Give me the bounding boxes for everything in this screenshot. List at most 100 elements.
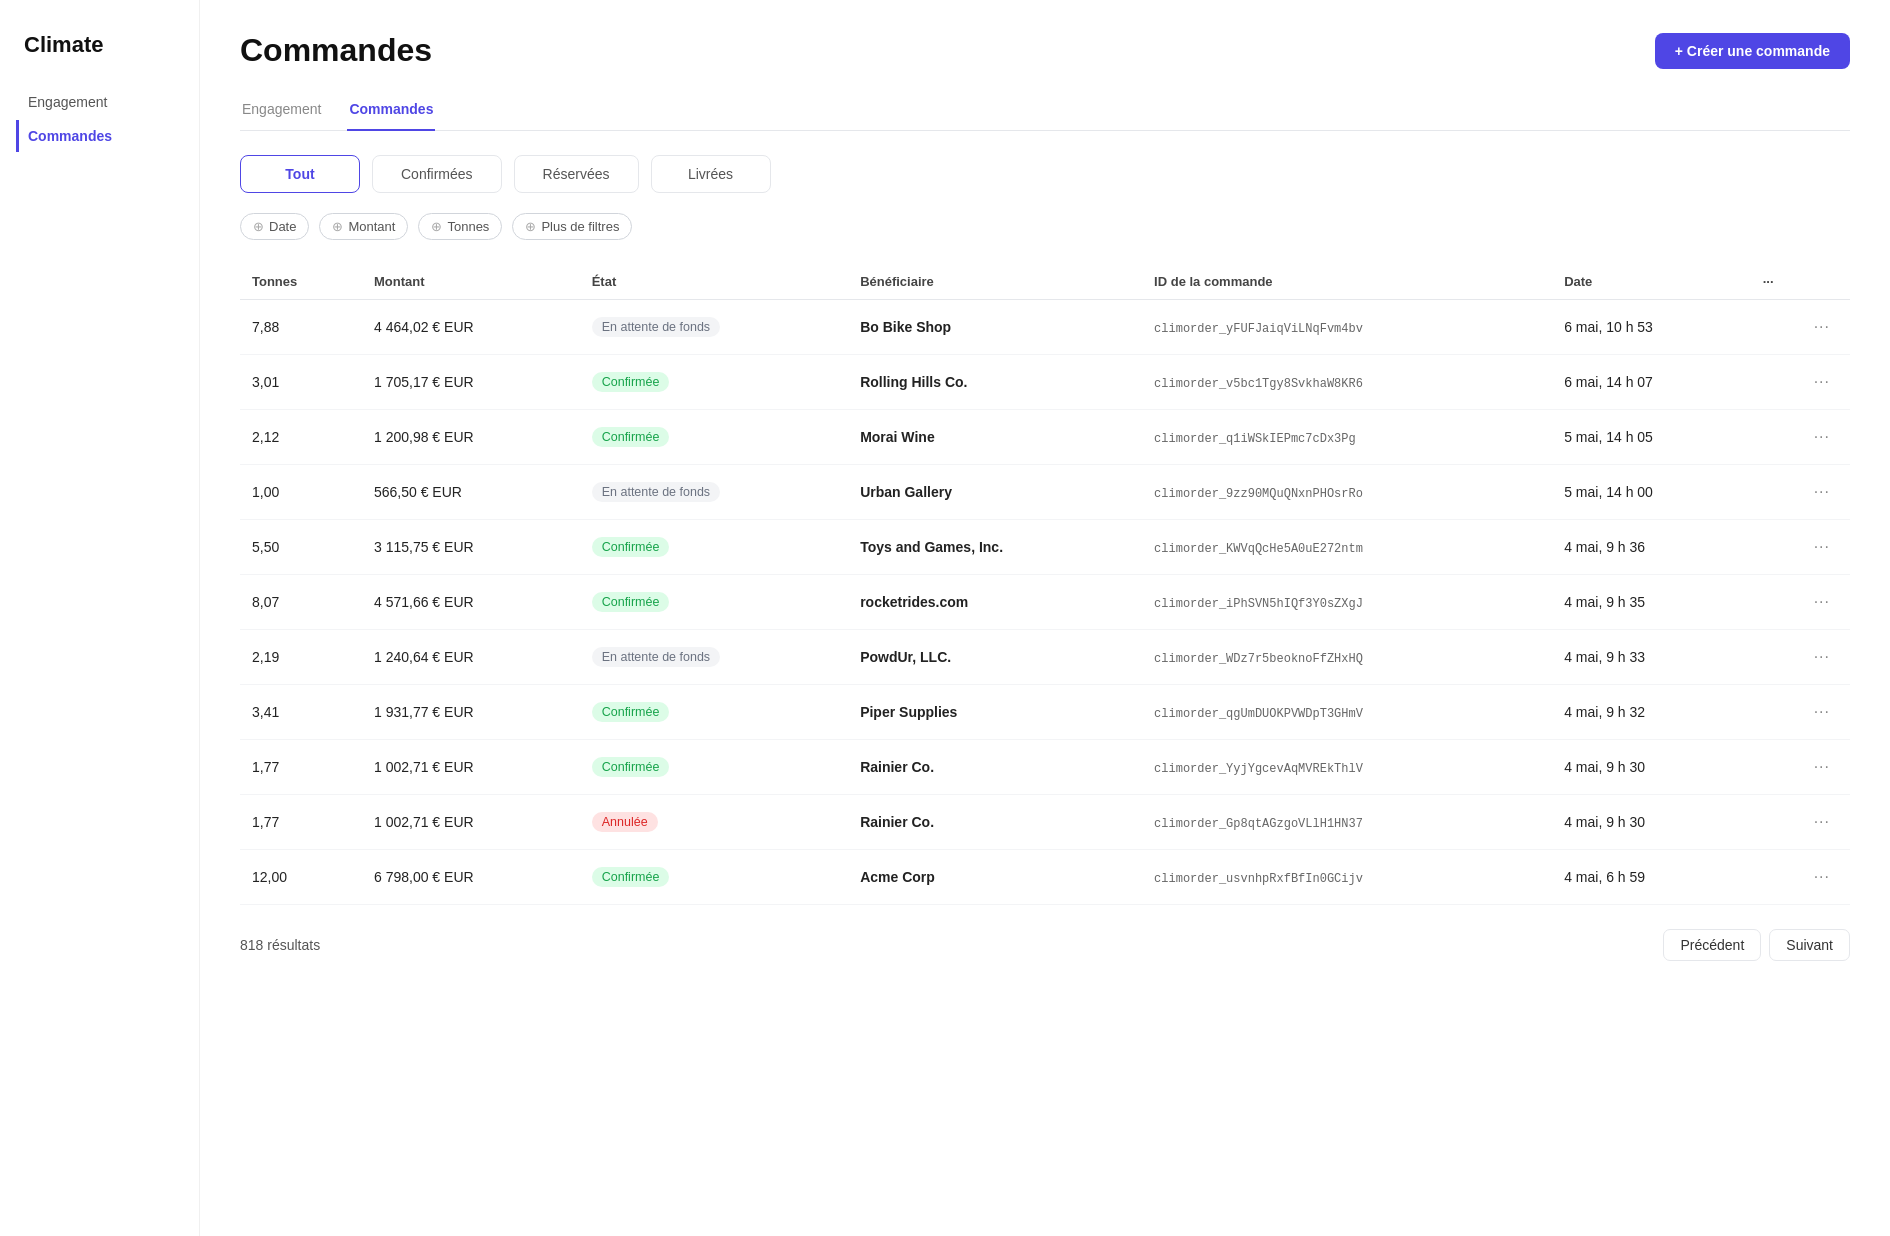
table-row[interactable]: 1,00 566,50 € EUR En attente de fonds Ur… bbox=[240, 465, 1850, 520]
cell-tonnes: 1,77 bbox=[240, 795, 362, 850]
cell-more-actions[interactable]: ··· bbox=[1751, 355, 1850, 410]
status-badge: En attente de fonds bbox=[592, 482, 720, 502]
row-more-button[interactable]: ··· bbox=[1806, 424, 1838, 450]
filter-chip-tonnes[interactable]: ⊕ Tonnes bbox=[418, 213, 502, 240]
cell-date: 4 mai, 9 h 36 bbox=[1552, 520, 1751, 575]
cell-date: 6 mai, 10 h 53 bbox=[1552, 300, 1751, 355]
filter-tab-tout[interactable]: Tout bbox=[240, 155, 360, 193]
cell-id-commande: climorder_qgUmDUOKPVWDpT3GHmV bbox=[1142, 685, 1552, 740]
status-badge: En attente de fonds bbox=[592, 317, 720, 337]
row-more-button[interactable]: ··· bbox=[1806, 479, 1838, 505]
cell-date: 4 mai, 9 h 30 bbox=[1552, 740, 1751, 795]
row-more-button[interactable]: ··· bbox=[1806, 369, 1838, 395]
col-date: Date bbox=[1552, 264, 1751, 300]
cell-etat: Confirmée bbox=[580, 575, 848, 630]
cell-tonnes: 1,00 bbox=[240, 465, 362, 520]
table-row[interactable]: 3,01 1 705,17 € EUR Confirmée Rolling Hi… bbox=[240, 355, 1850, 410]
filter-tab-livrees[interactable]: Livrées bbox=[651, 155, 771, 193]
cell-etat: Confirmée bbox=[580, 410, 848, 465]
create-order-button[interactable]: + Créer une commande bbox=[1655, 33, 1850, 69]
cell-beneficiaire: Bo Bike Shop bbox=[848, 300, 1142, 355]
cell-id-commande: climorder_usvnhpRxfBfIn0GCijv bbox=[1142, 850, 1552, 905]
cell-date: 6 mai, 14 h 07 bbox=[1552, 355, 1751, 410]
cell-more-actions[interactable]: ··· bbox=[1751, 630, 1850, 685]
cell-more-actions[interactable]: ··· bbox=[1751, 300, 1850, 355]
cell-more-actions[interactable]: ··· bbox=[1751, 575, 1850, 630]
cell-more-actions[interactable]: ··· bbox=[1751, 410, 1850, 465]
table-row[interactable]: 5,50 3 115,75 € EUR Confirmée Toys and G… bbox=[240, 520, 1850, 575]
table-row[interactable]: 1,77 1 002,71 € EUR Annulée Rainier Co. … bbox=[240, 795, 1850, 850]
filter-chip-montant[interactable]: ⊕ Montant bbox=[319, 213, 408, 240]
table-row[interactable]: 3,41 1 931,77 € EUR Confirmée Piper Supp… bbox=[240, 685, 1850, 740]
col-id-commande: ID de la commande bbox=[1142, 264, 1552, 300]
status-badge: Confirmée bbox=[592, 372, 670, 392]
results-count: 818 résultats bbox=[240, 937, 320, 953]
status-badge: Confirmée bbox=[592, 537, 670, 557]
cell-beneficiaire: Urban Gallery bbox=[848, 465, 1142, 520]
cell-date: 4 mai, 9 h 35 bbox=[1552, 575, 1751, 630]
cell-more-actions[interactable]: ··· bbox=[1751, 795, 1850, 850]
cell-beneficiaire: Rolling Hills Co. bbox=[848, 355, 1142, 410]
status-badge: En attente de fonds bbox=[592, 647, 720, 667]
app-logo: Climate bbox=[16, 32, 183, 58]
cell-more-actions[interactable]: ··· bbox=[1751, 685, 1850, 740]
cell-etat: Confirmée bbox=[580, 355, 848, 410]
row-more-button[interactable]: ··· bbox=[1806, 754, 1838, 780]
cell-montant: 1 931,77 € EUR bbox=[362, 685, 580, 740]
status-badge: Confirmée bbox=[592, 702, 670, 722]
cell-etat: Confirmée bbox=[580, 850, 848, 905]
cell-more-actions[interactable]: ··· bbox=[1751, 850, 1850, 905]
row-more-button[interactable]: ··· bbox=[1806, 809, 1838, 835]
cell-montant: 6 798,00 € EUR bbox=[362, 850, 580, 905]
filter-chip-date[interactable]: ⊕ Date bbox=[240, 213, 309, 240]
cell-id-commande: climorder_YyjYgcevAqMVREkThlV bbox=[1142, 740, 1552, 795]
cell-date: 5 mai, 14 h 00 bbox=[1552, 465, 1751, 520]
cell-more-actions[interactable]: ··· bbox=[1751, 740, 1850, 795]
table-row[interactable]: 2,12 1 200,98 € EUR Confirmée Morai Wine… bbox=[240, 410, 1850, 465]
row-more-button[interactable]: ··· bbox=[1806, 864, 1838, 890]
cell-montant: 4 464,02 € EUR bbox=[362, 300, 580, 355]
cell-more-actions[interactable]: ··· bbox=[1751, 465, 1850, 520]
status-badge: Confirmée bbox=[592, 427, 670, 447]
sidebar-item-commandes[interactable]: Commandes bbox=[16, 120, 183, 152]
cell-id-commande: climorder_yFUFJaiqViLNqFvm4bv bbox=[1142, 300, 1552, 355]
filter-tab-confirmees[interactable]: Confirmées bbox=[372, 155, 502, 193]
table-row[interactable]: 12,00 6 798,00 € EUR Confirmée Acme Corp… bbox=[240, 850, 1850, 905]
row-more-button[interactable]: ··· bbox=[1806, 699, 1838, 725]
row-more-button[interactable]: ··· bbox=[1806, 644, 1838, 670]
table-row[interactable]: 1,77 1 002,71 € EUR Confirmée Rainier Co… bbox=[240, 740, 1850, 795]
cell-tonnes: 12,00 bbox=[240, 850, 362, 905]
cell-tonnes: 1,77 bbox=[240, 740, 362, 795]
table-row[interactable]: 8,07 4 571,66 € EUR Confirmée rocketride… bbox=[240, 575, 1850, 630]
plus-icon: ⊕ bbox=[525, 219, 536, 234]
main-content: Commandes + Créer une commande Engagemen… bbox=[200, 0, 1890, 1236]
previous-button[interactable]: Précédent bbox=[1663, 929, 1761, 961]
next-button[interactable]: Suivant bbox=[1769, 929, 1850, 961]
row-more-button[interactable]: ··· bbox=[1806, 589, 1838, 615]
cell-etat: Confirmée bbox=[580, 740, 848, 795]
filter-tab-reservees[interactable]: Réservées bbox=[514, 155, 639, 193]
filter-chip-plus[interactable]: ⊕ Plus de filtres bbox=[512, 213, 632, 240]
cell-beneficiaire: Piper Supplies bbox=[848, 685, 1142, 740]
cell-date: 5 mai, 14 h 05 bbox=[1552, 410, 1751, 465]
status-badge: Confirmée bbox=[592, 592, 670, 612]
main-header: Commandes + Créer une commande bbox=[240, 32, 1850, 69]
tab-engagement[interactable]: Engagement bbox=[240, 93, 323, 131]
table-row[interactable]: 7,88 4 464,02 € EUR En attente de fonds … bbox=[240, 300, 1850, 355]
cell-id-commande: climorder_9zz90MQuQNxnPHOsrRo bbox=[1142, 465, 1552, 520]
cell-more-actions[interactable]: ··· bbox=[1751, 520, 1850, 575]
cell-etat: Annulée bbox=[580, 795, 848, 850]
cell-tonnes: 7,88 bbox=[240, 300, 362, 355]
cell-date: 4 mai, 6 h 59 bbox=[1552, 850, 1751, 905]
tab-commandes[interactable]: Commandes bbox=[347, 93, 435, 131]
table-row[interactable]: 2,19 1 240,64 € EUR En attente de fonds … bbox=[240, 630, 1850, 685]
cell-id-commande: climorder_Gp8qtAGzgoVLlH1HN37 bbox=[1142, 795, 1552, 850]
cell-montant: 1 200,98 € EUR bbox=[362, 410, 580, 465]
cell-etat: En attente de fonds bbox=[580, 300, 848, 355]
status-badge: Annulée bbox=[592, 812, 658, 832]
row-more-button[interactable]: ··· bbox=[1806, 534, 1838, 560]
cell-montant: 4 571,66 € EUR bbox=[362, 575, 580, 630]
status-badge: Confirmée bbox=[592, 757, 670, 777]
row-more-button[interactable]: ··· bbox=[1806, 314, 1838, 340]
sidebar-item-engagement[interactable]: Engagement bbox=[16, 86, 183, 118]
